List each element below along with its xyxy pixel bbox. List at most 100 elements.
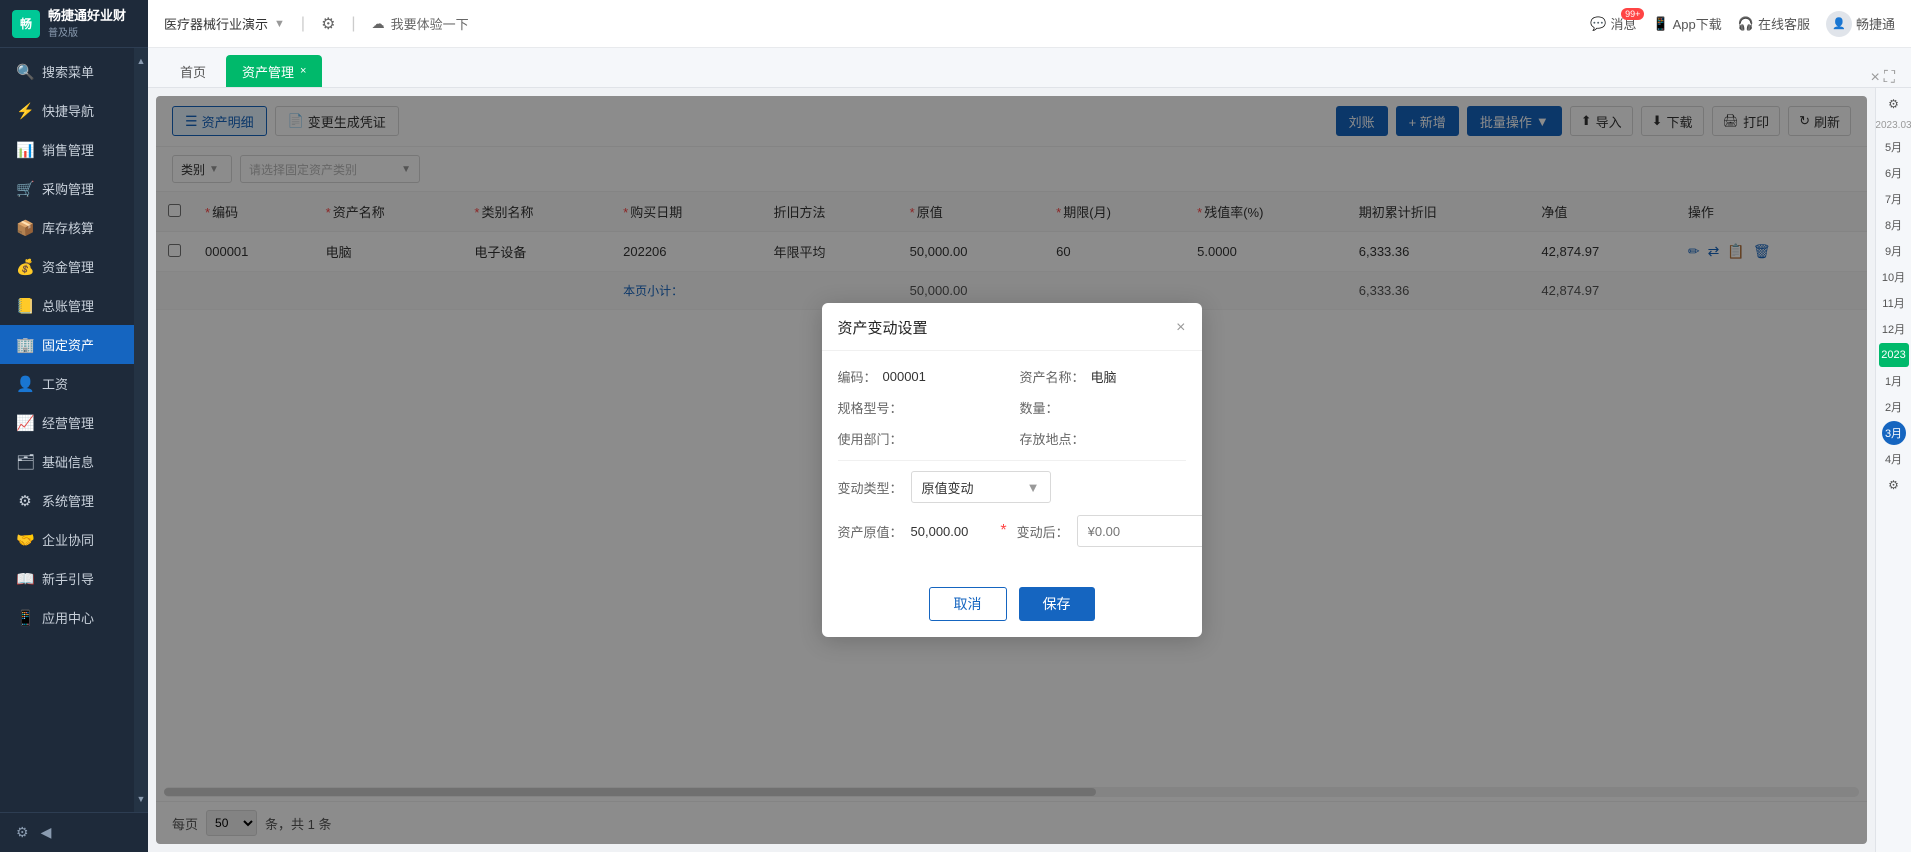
scroll-up-icon[interactable]: ▲ <box>137 56 146 66</box>
sidebar-item-search[interactable]: 🔍 搜索菜单 <box>0 52 134 91</box>
experience-btn[interactable]: ☁ 我要体验一下 <box>372 14 469 33</box>
sidebar-scrollbar: ▲ ▼ <box>134 48 148 812</box>
cal-nov[interactable]: 11月 <box>1879 291 1909 315</box>
settings-icon[interactable]: ⚙ <box>321 14 335 34</box>
cloud-icon: ☁ <box>372 16 385 32</box>
sidebar-item-operations[interactable]: 📈 经营管理 <box>0 403 134 442</box>
sidebar-item-guide[interactable]: 📖 新手引导 <box>0 559 134 598</box>
message-icon: 💬 <box>1590 16 1606 32</box>
change-type-value: 原值变动 <box>922 478 974 497</box>
sidebar-item-label: 资金管理 <box>42 257 94 276</box>
dialog-quantity-field: 数量： <box>1020 398 1186 417</box>
cal-bottom-icon[interactable]: ⚙ <box>1879 473 1909 497</box>
tab-asset-mgmt[interactable]: 资产管理 × <box>226 55 322 87</box>
sidebar-item-system[interactable]: ⚙ 系统管理 <box>0 481 134 520</box>
sidebar-item-finance[interactable]: 💰 资金管理 <box>0 247 134 286</box>
scroll-down-icon[interactable]: ▼ <box>137 794 146 804</box>
change-type-dropdown-icon: ▼ <box>1027 480 1040 495</box>
cancel-button[interactable]: 取消 <box>929 587 1007 621</box>
dialog-change-type-select[interactable]: 原值变动 ▼ <box>911 471 1051 503</box>
sidebar-item-app-center[interactable]: 📱 应用中心 <box>0 598 134 637</box>
cal-apr[interactable]: 4月 <box>1879 447 1909 471</box>
sidebar-footer: ⚙ ◀ <box>0 812 148 852</box>
app-download-btn[interactable]: 📱 App下载 <box>1652 14 1721 33</box>
after-change-input[interactable] <box>1077 515 1202 547</box>
dialog-dept-field: 使用部门： <box>838 429 1004 448</box>
sidebar-item-basic-info[interactable]: 🗂 基础信息 <box>0 442 134 481</box>
cal-settings-icon[interactable]: ⚙ <box>1879 92 1909 116</box>
dialog-values-row: 资产原值： 50,000.00 * 变动后： <box>838 515 1186 547</box>
sidebar-item-purchase[interactable]: 🛒 采购管理 <box>0 169 134 208</box>
mini-calendar: ⚙ 2023.03 5月 6月 7月 8月 9月 10月 11月 12月 202… <box>1875 88 1911 852</box>
dialog-close-btn[interactable]: × <box>1176 319 1185 337</box>
dialog-storage-field: 存放地点： <box>1020 429 1186 448</box>
sidebar-item-fixed-assets[interactable]: 🏢 固定资产 <box>0 325 134 364</box>
dialog-change-type-label: 变动类型： <box>838 478 903 497</box>
cal-feb[interactable]: 2月 <box>1879 395 1909 419</box>
sidebar-item-general-ledger[interactable]: 📒 总账管理 <box>0 286 134 325</box>
sidebar-item-payroll[interactable]: 👤 工资 <box>0 364 134 403</box>
company-selector[interactable]: 医疗器械行业演示 ▼ <box>164 14 285 33</box>
company-name: 医疗器械行业演示 <box>164 14 268 33</box>
tab-maximize-icon[interactable]: ⛶ <box>1884 69 1895 87</box>
cal-year-2023[interactable]: 2023 <box>1879 343 1909 367</box>
dialog-code-label: 编码： <box>838 367 877 386</box>
company-dropdown-icon: ▼ <box>274 18 285 30</box>
search-icon: 🔍 <box>16 63 34 81</box>
cal-oct[interactable]: 10月 <box>1879 265 1909 289</box>
tab-close-window-icon[interactable]: × <box>1870 69 1879 87</box>
dialog-original-value: 50,000.00 <box>911 524 969 539</box>
dialog-change-type-row: 变动类型： 原值变动 ▼ <box>838 471 1186 503</box>
cal-dec[interactable]: 12月 <box>1879 317 1909 341</box>
sidebar-item-quick-nav[interactable]: ⚡ 快捷导航 <box>0 91 134 130</box>
dialog-code-value: 000001 <box>883 369 926 384</box>
app-title-group: 畅捷通好业财 普及版 <box>48 8 126 39</box>
dialog-row-3: 使用部门： 存放地点： <box>838 429 1186 448</box>
user-avatar: 👤 <box>1826 11 1852 37</box>
collapse-icon[interactable]: ◀ <box>41 824 52 841</box>
topbar-separator: | <box>301 15 305 33</box>
cal-mar[interactable]: 3月 <box>1882 421 1906 445</box>
message-btn[interactable]: 💬 消息 99+ <box>1590 14 1636 33</box>
settings-footer-icon[interactable]: ⚙ <box>16 824 29 841</box>
cal-jul[interactable]: 7月 <box>1879 187 1909 211</box>
cal-jan[interactable]: 1月 <box>1879 369 1909 393</box>
cal-sep[interactable]: 9月 <box>1879 239 1909 263</box>
user-menu[interactable]: 👤 畅捷通 <box>1826 11 1895 37</box>
main-area: 医疗器械行业演示 ▼ | ⚙ | ☁ 我要体验一下 💬 消息 99+ 📱 App… <box>148 0 1911 852</box>
tabbar: 首页 资产管理 × × ⛶ <box>148 48 1911 88</box>
sidebar-item-cooperation[interactable]: 🤝 企业协同 <box>0 520 134 559</box>
app-logo: 畅 <box>12 10 40 38</box>
dialog-asset-name-label: 资产名称： <box>1020 367 1085 386</box>
sidebar-item-label: 库存核算 <box>42 218 94 237</box>
tab-home[interactable]: 首页 <box>164 55 222 87</box>
save-button[interactable]: 保存 <box>1019 587 1095 621</box>
guide-icon: 📖 <box>16 570 34 588</box>
dialog-original-label: 资产原值： <box>838 522 903 541</box>
cal-aug[interactable]: 8月 <box>1879 213 1909 237</box>
cal-date-header: 2023.03 <box>1875 118 1911 133</box>
dialog-footer: 取消 保存 <box>822 579 1202 637</box>
sidebar-item-label: 系统管理 <box>42 491 94 510</box>
sidebar-nav: 🔍 搜索菜单 ⚡ 快捷导航 📊 销售管理 🛒 采购管理 📦 库存核算 💰 资金管… <box>0 48 148 812</box>
dialog-title: 资产变动设置 <box>838 317 928 338</box>
sidebar-item-inventory[interactable]: 📦 库存核算 <box>0 208 134 247</box>
avatar-icon: 👤 <box>1832 17 1846 30</box>
sidebar-item-label: 经营管理 <box>42 413 94 432</box>
sidebar-item-sales[interactable]: 📊 销售管理 <box>0 130 134 169</box>
dialog-spec-label: 规格型号： <box>838 398 903 417</box>
topbar: 医疗器械行业演示 ▼ | ⚙ | ☁ 我要体验一下 💬 消息 99+ 📱 App… <box>148 0 1911 48</box>
customer-service-btn[interactable]: 🎧 在线客服 <box>1738 14 1810 33</box>
quick-nav-icon: ⚡ <box>16 102 34 120</box>
cal-jun[interactable]: 6月 <box>1879 161 1909 185</box>
sidebar-item-label: 总账管理 <box>42 296 94 315</box>
dialog-divider <box>838 460 1186 461</box>
sidebar-item-label: 销售管理 <box>42 140 94 159</box>
sidebar-item-label: 新手引导 <box>42 569 94 588</box>
topbar-right: 💬 消息 99+ 📱 App下载 🎧 在线客服 👤 畅捷通 <box>1590 11 1895 37</box>
tab-close-icon[interactable]: × <box>300 65 306 77</box>
phone-icon: 📱 <box>1652 16 1668 32</box>
basic-info-icon: 🗂 <box>16 453 34 471</box>
cal-may[interactable]: 5月 <box>1879 135 1909 159</box>
purchase-icon: 🛒 <box>16 180 34 198</box>
